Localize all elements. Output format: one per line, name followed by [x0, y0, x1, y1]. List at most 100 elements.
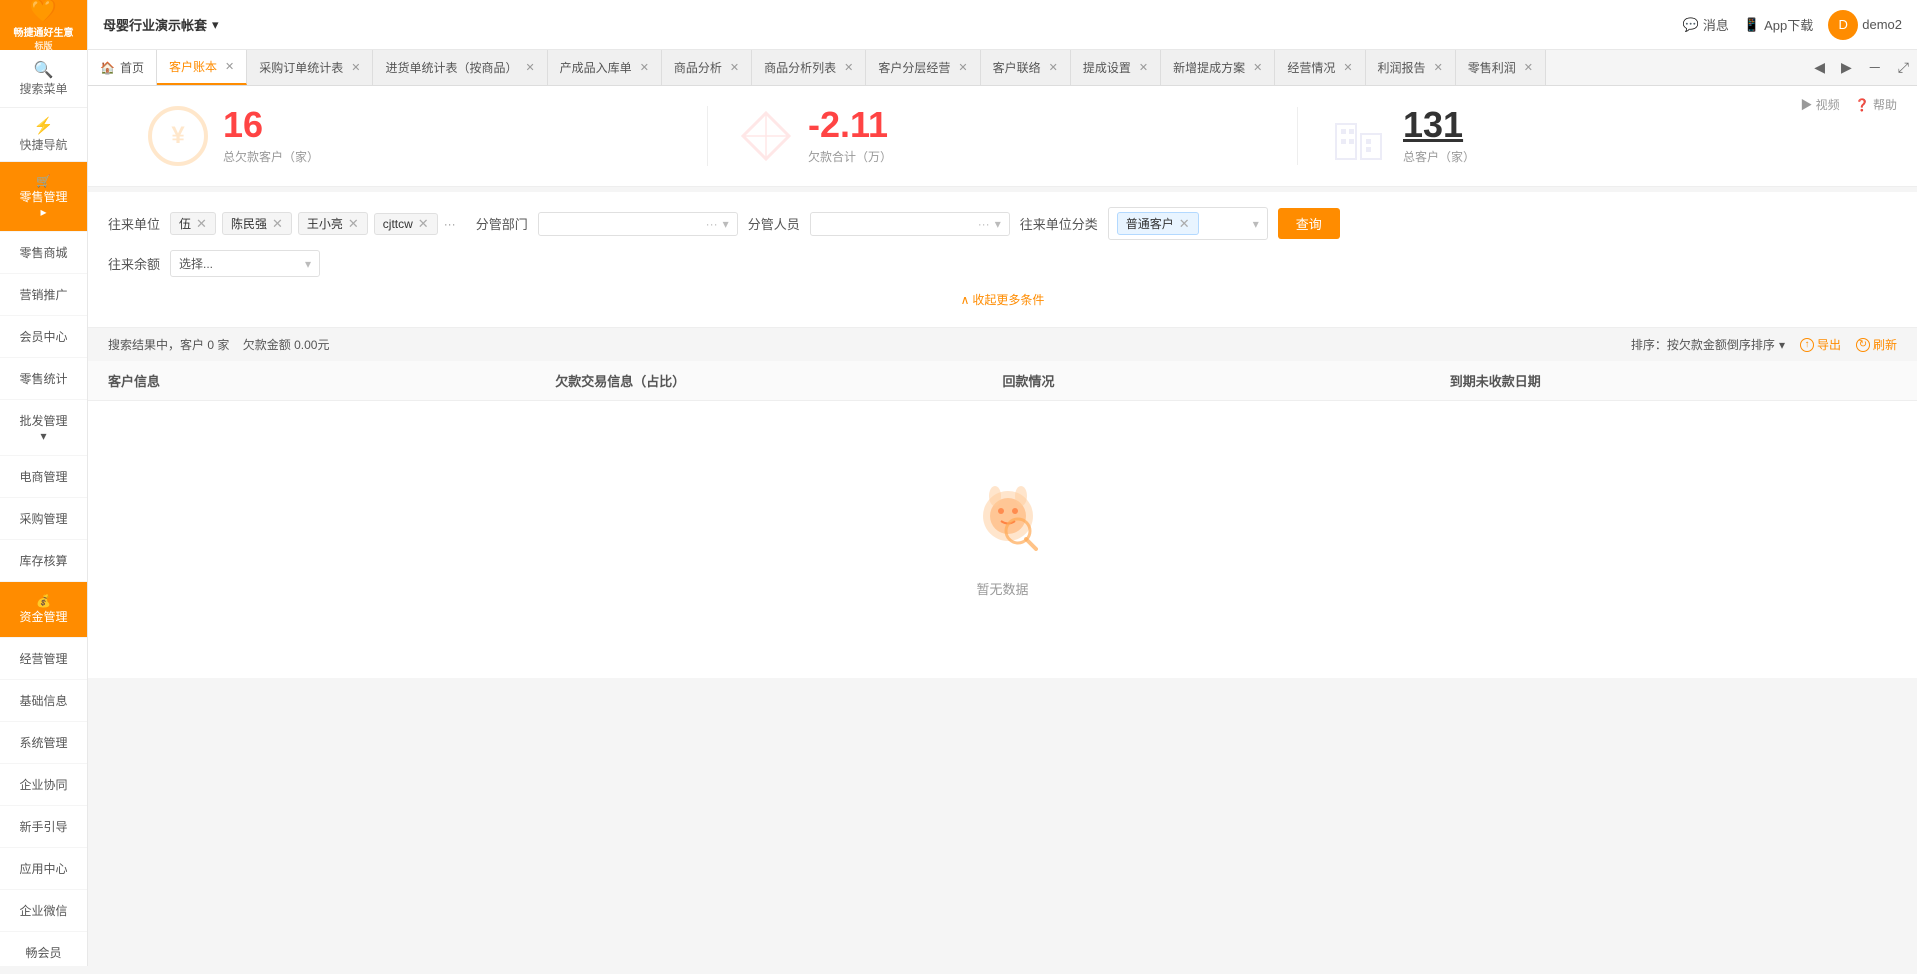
tab-goods-analysis[interactable]: 商品分析 ✕: [662, 50, 752, 85]
sidebar-item-ecommerce[interactable]: 电商管理: [0, 456, 87, 498]
app-download-btn[interactable]: 📱 App下载: [1744, 15, 1813, 34]
filter-tag-chen-remove[interactable]: ✕: [272, 216, 283, 232]
sidebar-item-wholesale[interactable]: 批发管理 ▾: [0, 400, 87, 456]
filter-tag-cjttcw-remove[interactable]: ✕: [418, 216, 429, 232]
message-btn[interactable]: 💬 消息: [1683, 15, 1729, 34]
sidebar-item-system[interactable]: 系统管理: [0, 722, 87, 764]
sidebar-item-finance[interactable]: 💰 资金管理: [0, 582, 87, 638]
tab-inbound-close[interactable]: ✕: [525, 61, 534, 74]
empty-text: 暂无数据: [976, 579, 1028, 598]
sidebar-item-retail-stats[interactable]: 零售统计: [0, 358, 87, 400]
tab-operations[interactable]: 经营情况 ✕: [1275, 50, 1365, 85]
more-tags-btn[interactable]: ···: [444, 217, 456, 231]
collapse-btn[interactable]: ∧ 收起更多条件: [951, 287, 1055, 312]
person-select[interactable]: ··· ▾: [810, 212, 1010, 236]
tab-purchase-order-stats-label: 采购订单统计表: [259, 59, 343, 76]
tab-product-inbound-label: 产成品入库单: [560, 59, 632, 76]
tab-goods-analysis-label: 商品分析: [674, 59, 722, 76]
sort-label: 排序：按欠款金额倒序排序: [1631, 336, 1775, 353]
stat-content-customers: 131 总客户（家）: [1403, 107, 1475, 165]
balance-select[interactable]: 选择... ▾: [170, 250, 320, 277]
tab-commission-close[interactable]: ✕: [1139, 61, 1148, 74]
sidebar-changhui-label: 畅会员: [4, 944, 83, 961]
tab-prev-btn[interactable]: ◀: [1806, 55, 1833, 80]
tab-customer-tier[interactable]: 客户分层经营 ✕: [866, 50, 980, 85]
tab-customer-contact-close[interactable]: ✕: [1049, 61, 1058, 74]
tab-customer-contact-label: 客户联络: [993, 59, 1041, 76]
filter-tag-wang-remove[interactable]: ✕: [348, 216, 359, 232]
unit-class-tag: 普通客户 ✕: [1117, 212, 1199, 235]
help-label: 帮助: [1873, 98, 1897, 112]
tab-scroll: 🏠 首页 客户账本 ✕ 采购订单统计表 ✕ 进货单统计表（按商品） ✕ 产成品入…: [88, 50, 1806, 85]
tab-retail-profit[interactable]: 零售利润 ✕: [1456, 50, 1546, 85]
tab-new-commission-close[interactable]: ✕: [1253, 61, 1262, 74]
sort-select[interactable]: 排序：按欠款金额倒序排序 ▾: [1631, 336, 1785, 353]
sidebar-item-quicknav[interactable]: ⚡ 快捷导航: [0, 108, 87, 162]
filter-tag-cjttcw: cjttcw ✕: [374, 213, 438, 235]
dept-select[interactable]: ··· ▾: [538, 212, 738, 236]
tab-purchase-close[interactable]: ✕: [351, 61, 360, 74]
video-help-btn[interactable]: ▶ 视频: [1800, 96, 1839, 113]
sidebar-item-marketing[interactable]: 营销推广: [0, 274, 87, 316]
sidebar-item-operations[interactable]: 经营管理: [0, 638, 87, 680]
sidebar-item-member[interactable]: 会员中心: [0, 316, 87, 358]
tab-commission-settings[interactable]: 提成设置 ✕: [1071, 50, 1161, 85]
tab-operations-close[interactable]: ✕: [1343, 61, 1352, 74]
tab-goods-analysis-close[interactable]: ✕: [730, 61, 739, 74]
tab-customer-contact[interactable]: 客户联络 ✕: [981, 50, 1071, 85]
tab-goods-list-close[interactable]: ✕: [844, 61, 853, 74]
store-selector[interactable]: 母婴行业演示帐套 ▾: [103, 15, 219, 34]
tab-home[interactable]: 🏠 首页: [88, 50, 157, 85]
filter-tag-wu-remove[interactable]: ✕: [196, 216, 207, 232]
tab-profit-report[interactable]: 利润报告 ✕: [1366, 50, 1456, 85]
tab-new-commission[interactable]: 新增提成方案 ✕: [1161, 50, 1275, 85]
sidebar-item-wechat[interactable]: 企业微信: [0, 890, 87, 932]
sidebar-item-retail-management[interactable]: 🛒 零售管理 ▸: [0, 162, 87, 232]
tab-product-close[interactable]: ✕: [640, 61, 649, 74]
sidebar-item-inventory[interactable]: 库存核算: [0, 540, 87, 582]
collapse-row: ∧ 收起更多条件: [108, 287, 1897, 312]
unit-class-remove[interactable]: ✕: [1179, 216, 1190, 232]
tab-inbound-stats[interactable]: 进货单统计表（按商品） ✕: [373, 50, 547, 85]
tab-purchase-order-stats[interactable]: 采购订单统计表 ✕: [247, 50, 373, 85]
sidebar-item-search[interactable]: 🔍 搜索菜单: [0, 50, 87, 108]
refresh-btn[interactable]: ↻ 刷新: [1856, 336, 1897, 353]
sidebar-wechat-label: 企业微信: [4, 902, 83, 919]
empty-state: 暂无数据: [88, 401, 1917, 678]
tab-customer-tier-close[interactable]: ✕: [958, 61, 967, 74]
stats-banner: ▶ 视频 ❓ 帮助 ¥ 16 总欠款客户（家）: [88, 86, 1917, 187]
stat-total-customers: 131 总客户（家）: [1298, 106, 1887, 166]
sidebar-item-collaboration[interactable]: 企业协同: [0, 764, 87, 806]
sidebar-item-changhui[interactable]: 畅会员: [0, 932, 87, 974]
tab-commission-settings-label: 提成设置: [1083, 59, 1131, 76]
unit-class-filter-label: 往来单位分类: [1020, 214, 1098, 233]
sidebar-item-basic[interactable]: 基础信息: [0, 680, 87, 722]
export-btn[interactable]: ↑ 导出: [1800, 336, 1841, 353]
sidebar-item-retail-mall[interactable]: 零售商城: [0, 232, 87, 274]
tab-maximize-btn[interactable]: ⤢: [1890, 55, 1917, 80]
tab-customer-ledger[interactable]: 客户账本 ✕: [157, 50, 247, 85]
sidebar-item-purchase[interactable]: 采购管理: [0, 498, 87, 540]
sidebar-item-appcenter[interactable]: 应用中心: [0, 848, 87, 890]
debt-amount: 0.00元: [294, 338, 329, 352]
col-header-repayment: 回款情况: [1003, 371, 1450, 390]
tab-minimize-btn[interactable]: －: [1860, 54, 1890, 82]
unit-class-select[interactable]: 普通客户 ✕ ▾: [1108, 207, 1268, 240]
tab-profit-close[interactable]: ✕: [1434, 61, 1443, 74]
tabbar-arrows: ◀ ▶ － ⤢: [1806, 54, 1917, 82]
tab-goods-analysis-list[interactable]: 商品分析列表 ✕: [752, 50, 866, 85]
tab-retail-profit-close[interactable]: ✕: [1524, 61, 1533, 74]
help-btn[interactable]: ❓ 帮助: [1855, 96, 1897, 113]
filter-tag-cjttcw-label: cjttcw: [383, 217, 413, 231]
tab-customer-ledger-close[interactable]: ✕: [225, 60, 234, 73]
sidebar-finance-label: 资金管理: [4, 608, 83, 625]
building-icon: [1331, 109, 1386, 164]
user-profile[interactable]: D demo2: [1828, 10, 1902, 40]
query-btn[interactable]: 查询: [1278, 208, 1340, 239]
sidebar-system-label: 系统管理: [4, 734, 83, 751]
message-icon: 💬: [1683, 17, 1699, 33]
sort-arrow-icon: ▾: [1779, 338, 1785, 352]
sidebar-item-newbie[interactable]: 新手引导: [0, 806, 87, 848]
tab-next-btn[interactable]: ▶: [1833, 55, 1860, 80]
tab-product-inbound[interactable]: 产成品入库单 ✕: [548, 50, 662, 85]
